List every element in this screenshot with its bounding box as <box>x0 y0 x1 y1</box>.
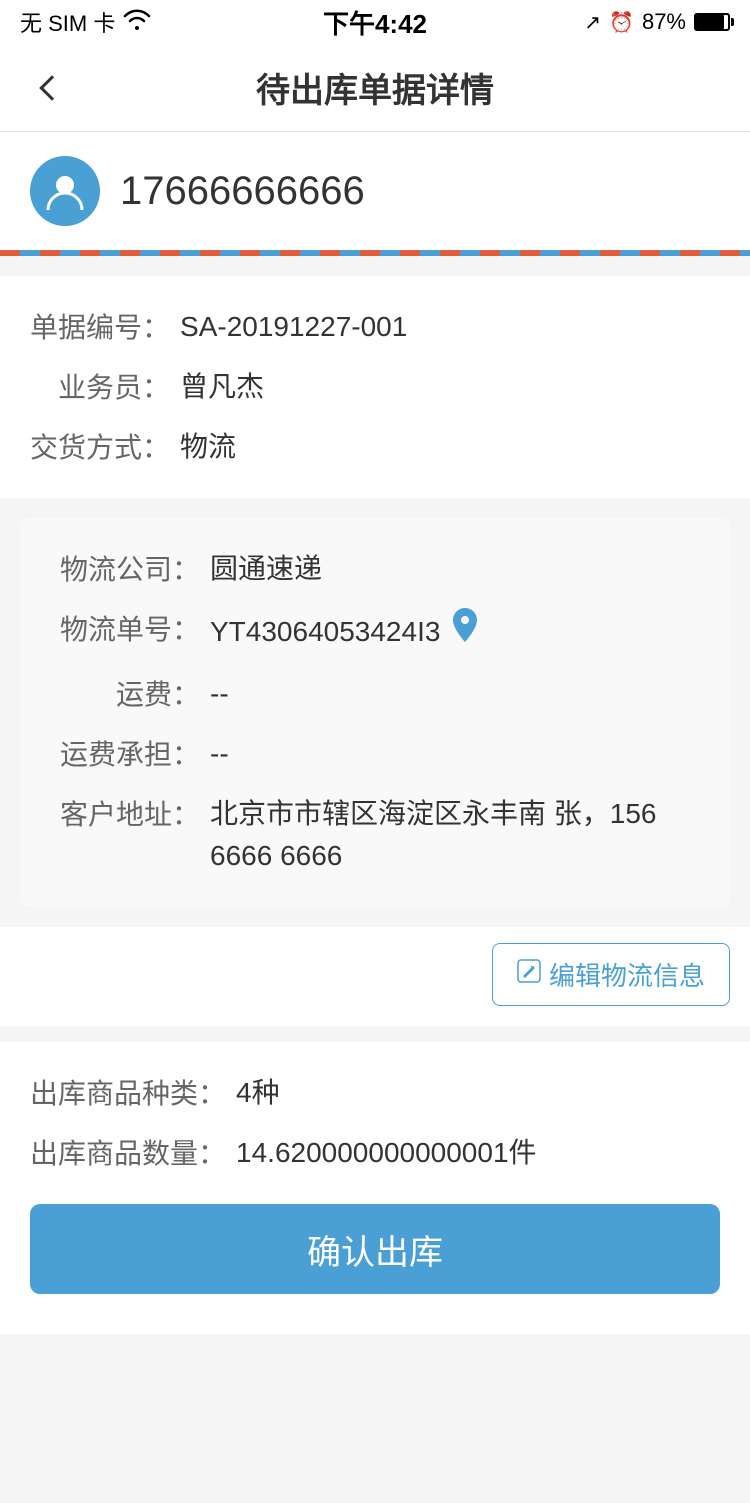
address-label: 客户地址： <box>50 793 210 833</box>
order-no-label: 单据编号： <box>30 306 180 346</box>
tracking-no-label: 物流单号： <box>50 608 210 648</box>
stock-quantity-label: 出库商品数量： <box>30 1132 236 1172</box>
tracking-location-icon[interactable] <box>450 608 480 655</box>
back-chevron-icon <box>39 75 64 100</box>
grey-divider <box>0 1026 750 1042</box>
logistics-company-label: 物流公司： <box>50 548 210 588</box>
freight-label: 运费： <box>50 673 210 713</box>
battery-icon <box>694 13 730 31</box>
stock-type-label: 出库商品种类： <box>30 1072 236 1112</box>
logistics-card: 物流公司： 圆通速递 物流单号： YT43064053424I3 运费： -- … <box>20 518 730 907</box>
order-info-section: 单据编号： SA-20191227-001 业务员： 曾凡杰 交货方式： 物流 <box>0 276 750 498</box>
edit-btn-row: 编辑物流信息 <box>0 927 750 1026</box>
stock-quantity-value: 14.620000000000001件 <box>236 1132 720 1174</box>
address-row: 客户地址： 北京市市辖区海淀区永丰南 张，156 6666 6666 <box>50 793 700 877</box>
freight-bearer-value: -- <box>210 733 700 775</box>
logistics-company-row: 物流公司： 圆通速递 <box>50 548 700 590</box>
carrier-text: 无 SIM 卡 <box>20 6 115 38</box>
wifi-icon <box>123 8 151 36</box>
stock-type-row: 出库商品种类： 4种 <box>30 1072 720 1114</box>
address-value: 北京市市辖区海淀区永丰南 张，156 6666 6666 <box>210 793 700 877</box>
battery-percentage: 87% <box>642 9 686 35</box>
confirm-btn-label: 确认出库 <box>307 1225 443 1274</box>
sales-person-value: 曾凡杰 <box>180 366 720 408</box>
stock-quantity-row: 出库商品数量： 14.620000000000001件 <box>30 1132 720 1174</box>
delivery-method-row: 交货方式： 物流 <box>30 426 720 468</box>
sales-person-row: 业务员： 曾凡杰 <box>30 366 720 408</box>
nav-bar: 待出库单据详情 <box>0 44 750 132</box>
avatar <box>30 156 100 226</box>
logistics-company-value: 圆通速递 <box>210 548 700 590</box>
sales-person-label: 业务员： <box>30 366 180 406</box>
customer-header: 17666666666 <box>0 132 750 250</box>
freight-row: 运费： -- <box>50 673 700 715</box>
tracking-no-value: YT43064053424I3 <box>210 608 700 655</box>
edit-icon <box>517 959 541 990</box>
delivery-method-value: 物流 <box>180 426 720 468</box>
customer-phone: 17666666666 <box>120 169 365 214</box>
status-right: ↗ ⏰ 87% <box>584 9 730 35</box>
tracking-no-row: 物流单号： YT43064053424I3 <box>50 608 700 655</box>
status-time: 下午4:42 <box>323 4 427 41</box>
status-bar: 无 SIM 卡 下午4:42 ↗ ⏰ 87% <box>0 0 750 44</box>
delivery-method-label: 交货方式： <box>30 426 180 466</box>
freight-value: -- <box>210 673 700 715</box>
stock-type-value: 4种 <box>236 1072 720 1114</box>
edit-btn-label: 编辑物流信息 <box>549 956 705 993</box>
edit-logistics-button[interactable]: 编辑物流信息 <box>492 943 730 1006</box>
confirm-outbound-button[interactable]: 确认出库 <box>30 1204 720 1294</box>
confirm-btn-wrapper: 确认出库 <box>0 1184 750 1334</box>
order-no-value: SA-20191227-001 <box>180 306 720 348</box>
freight-bearer-label: 运费承担： <box>50 733 210 773</box>
alarm-icon: ⏰ <box>609 10 634 35</box>
order-no-row: 单据编号： SA-20191227-001 <box>30 306 720 348</box>
location-status-icon: ↗ <box>584 10 601 35</box>
section-spacer-1 <box>0 256 750 276</box>
status-left: 无 SIM 卡 <box>20 6 151 38</box>
stock-section: 出库商品种类： 4种 出库商品数量： 14.620000000000001件 <box>0 1042 750 1204</box>
avatar-icon <box>30 156 100 226</box>
freight-bearer-row: 运费承担： -- <box>50 733 700 775</box>
page-title: 待出库单据详情 <box>256 63 494 112</box>
back-button[interactable] <box>30 66 74 110</box>
